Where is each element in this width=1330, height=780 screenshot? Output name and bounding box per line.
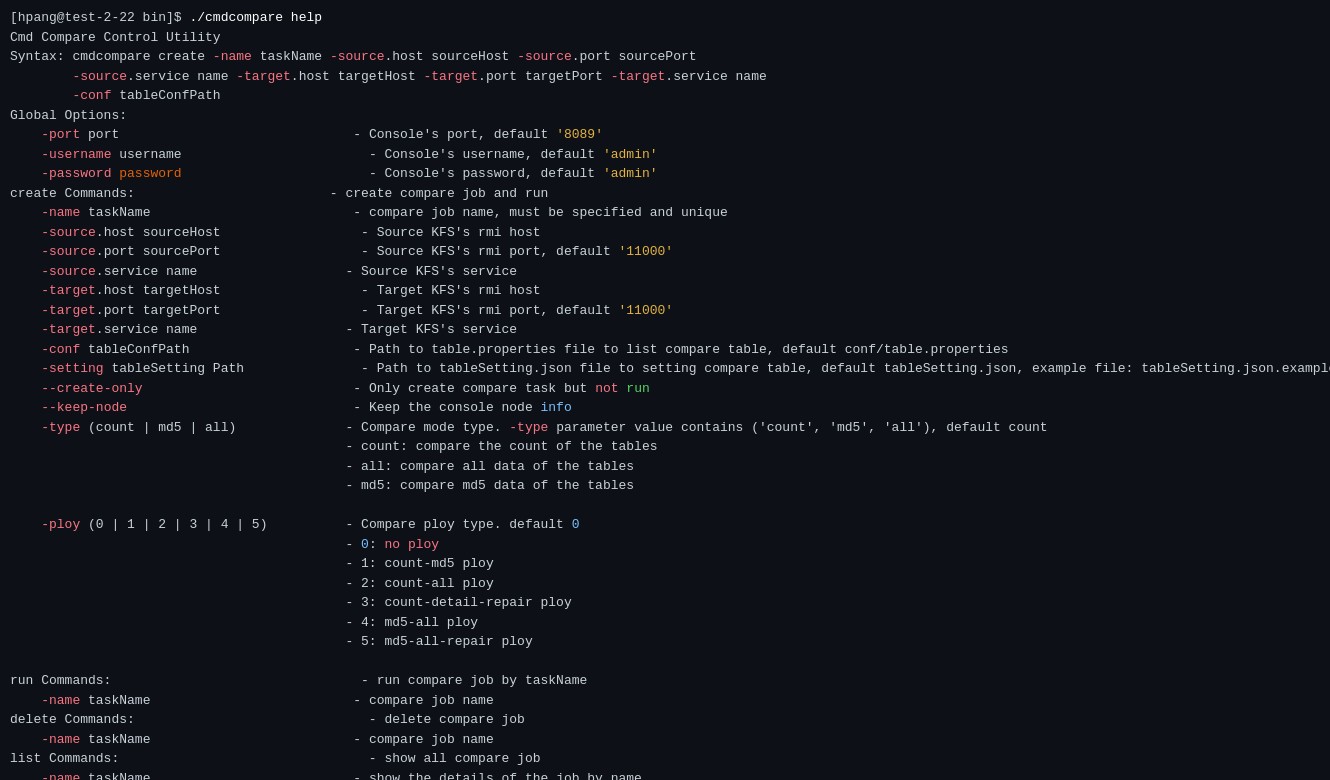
line-ploy-0: - 0: no ploy [10,535,1330,555]
line-create-cmd: create Commands: - create compare job an… [10,184,1330,204]
line-prompt: [hpang@test-2-22 bin]$ ./cmdcompare help [10,8,1330,28]
line-target-host: -target.host targetHost - Target KFS's r… [10,281,1330,301]
line-keep-node: --keep-node - Keep the console node info [10,398,1330,418]
line-type-all: - all: compare all data of the tables [10,457,1330,477]
line-delete-name: -name taskName - compare job name [10,730,1330,750]
line-target-service: -target.service name - Target KFS's serv… [10,320,1330,340]
line-list-name: -name taskName - show the details of the… [10,769,1330,781]
line-syntax3: -conf tableConfPath [10,86,1330,106]
line-port: -port port - Console's port, default '80… [10,125,1330,145]
line-run-name: -name taskName - compare job name [10,691,1330,711]
line-type-count: - count: compare the count of the tables [10,437,1330,457]
line-source-service: -source.service name - Source KFS's serv… [10,262,1330,282]
line-ploy-1: - 1: count-md5 ploy [10,554,1330,574]
line-name1: -name taskName - compare job name, must … [10,203,1330,223]
line-ploy-2: - 2: count-all ploy [10,574,1330,594]
line-source-host: -source.host sourceHost - Source KFS's r… [10,223,1330,243]
line-global-options: Global Options: [10,106,1330,126]
line-delete-cmd: delete Commands: - delete compare job [10,710,1330,730]
line-setting: -setting tableSetting Path - Path to tab… [10,359,1330,379]
line-blank1 [10,496,1330,516]
line-type: -type (count | md5 | all) - Compare mode… [10,418,1330,438]
line-password: -password password - Console's password,… [10,164,1330,184]
line-type-md5: - md5: compare md5 data of the tables [10,476,1330,496]
line-title: Cmd Compare Control Utility [10,28,1330,48]
line-blank2 [10,652,1330,672]
line-syntax2: -source.service name -target.host target… [10,67,1330,87]
line-ploy-3: - 3: count-detail-repair ploy [10,593,1330,613]
line-conf: -conf tableConfPath - Path to table.prop… [10,340,1330,360]
line-target-port: -target.port targetPort - Target KFS's r… [10,301,1330,321]
line-source-port: -source.port sourcePort - Source KFS's r… [10,242,1330,262]
line-ploy: -ploy (0 | 1 | 2 | 3 | 4 | 5) - Compare … [10,515,1330,535]
line-ploy-5: - 5: md5-all-repair ploy [10,632,1330,652]
line-username: -username username - Console's username,… [10,145,1330,165]
line-run-cmd: run Commands: - run compare job by taskN… [10,671,1330,691]
line-syntax: Syntax: cmdcompare create -name taskName… [10,47,1330,67]
line-create-only: --create-only - Only create compare task… [10,379,1330,399]
terminal: [hpang@test-2-22 bin]$ ./cmdcompare help… [10,8,1330,780]
line-ploy-4: - 4: md5-all ploy [10,613,1330,633]
line-list-cmd: list Commands: - show all compare job [10,749,1330,769]
